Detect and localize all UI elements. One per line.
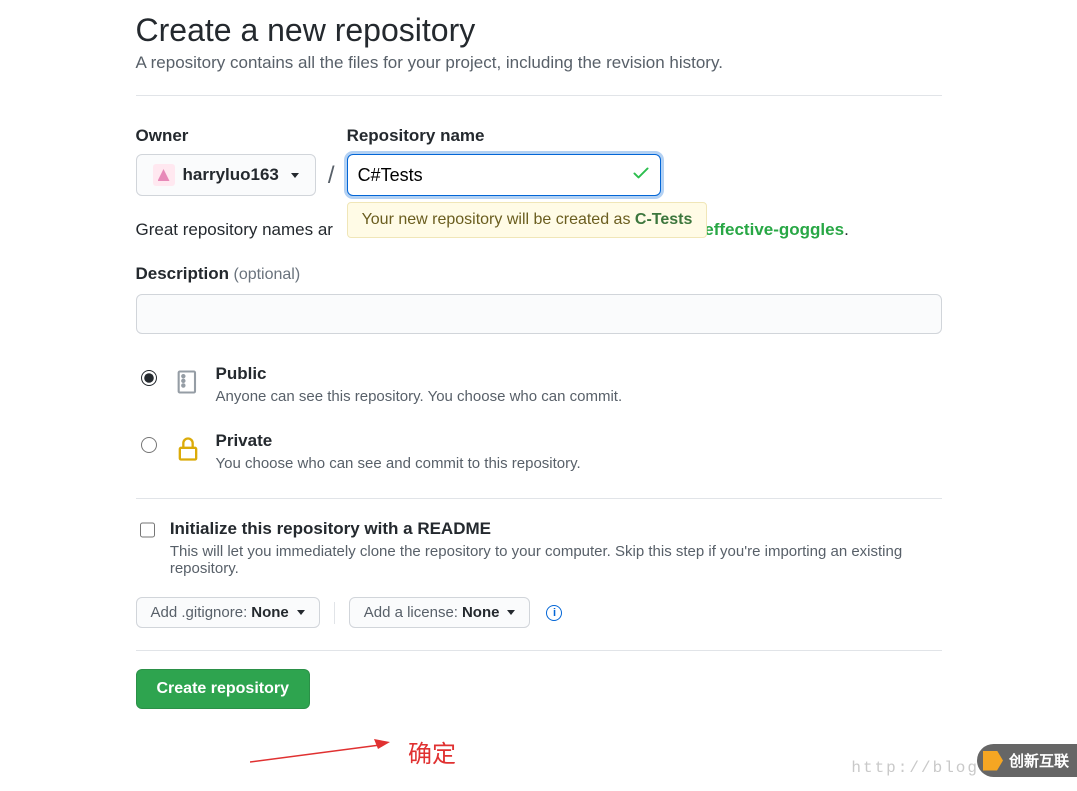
owner-label: Owner: [136, 126, 316, 146]
brand-icon: [983, 751, 1003, 771]
private-description: You choose who can see and commit to thi…: [216, 455, 942, 472]
caret-down-icon: [297, 610, 305, 615]
private-radio[interactable]: [141, 437, 157, 453]
separator: [334, 602, 335, 624]
gitignore-dropdown[interactable]: Add .gitignore: None: [136, 597, 320, 628]
check-icon: [631, 163, 651, 188]
license-dropdown[interactable]: Add a license: None: [349, 597, 531, 628]
private-title: Private: [216, 431, 942, 451]
caret-down-icon: [507, 610, 515, 615]
brand-badge: 创新互联: [977, 744, 1077, 777]
description-input[interactable]: [136, 294, 942, 334]
create-repository-button[interactable]: Create repository: [136, 669, 311, 709]
public-description: Anyone can see this repository. You choo…: [216, 388, 942, 405]
readme-description: This will let you immediately clone the …: [170, 543, 942, 577]
owner-username: harryluo163: [183, 165, 279, 185]
repo-name-input[interactable]: [347, 154, 661, 196]
divider: [136, 650, 942, 651]
optional-label: (optional): [233, 266, 300, 283]
avatar: [153, 164, 175, 186]
info-icon[interactable]: i: [546, 605, 562, 621]
repo-name-label: Repository name: [347, 126, 661, 146]
divider: [136, 498, 942, 499]
annotation-arrow: 确定: [250, 734, 456, 769]
page-subtitle: A repository contains all the files for …: [136, 53, 942, 73]
page-title: Create a new repository: [136, 12, 942, 49]
description-label: Description: [136, 264, 230, 283]
caret-down-icon: [291, 173, 299, 178]
annotation-text: 确定: [408, 734, 456, 769]
suggestion-link[interactable]: effective-goggles: [704, 220, 844, 239]
readme-title: Initialize this repository with a README: [170, 519, 942, 539]
divider: [136, 95, 942, 96]
repo-icon: [174, 366, 202, 403]
slash-separator: /: [328, 162, 335, 196]
owner-dropdown[interactable]: harryluo163: [136, 154, 316, 196]
readme-checkbox[interactable]: [140, 522, 155, 538]
public-title: Public: [216, 364, 942, 384]
public-radio[interactable]: [141, 370, 157, 386]
repo-name-tooltip: Your new repository will be created as C…: [347, 202, 708, 238]
lock-icon: [174, 433, 202, 470]
